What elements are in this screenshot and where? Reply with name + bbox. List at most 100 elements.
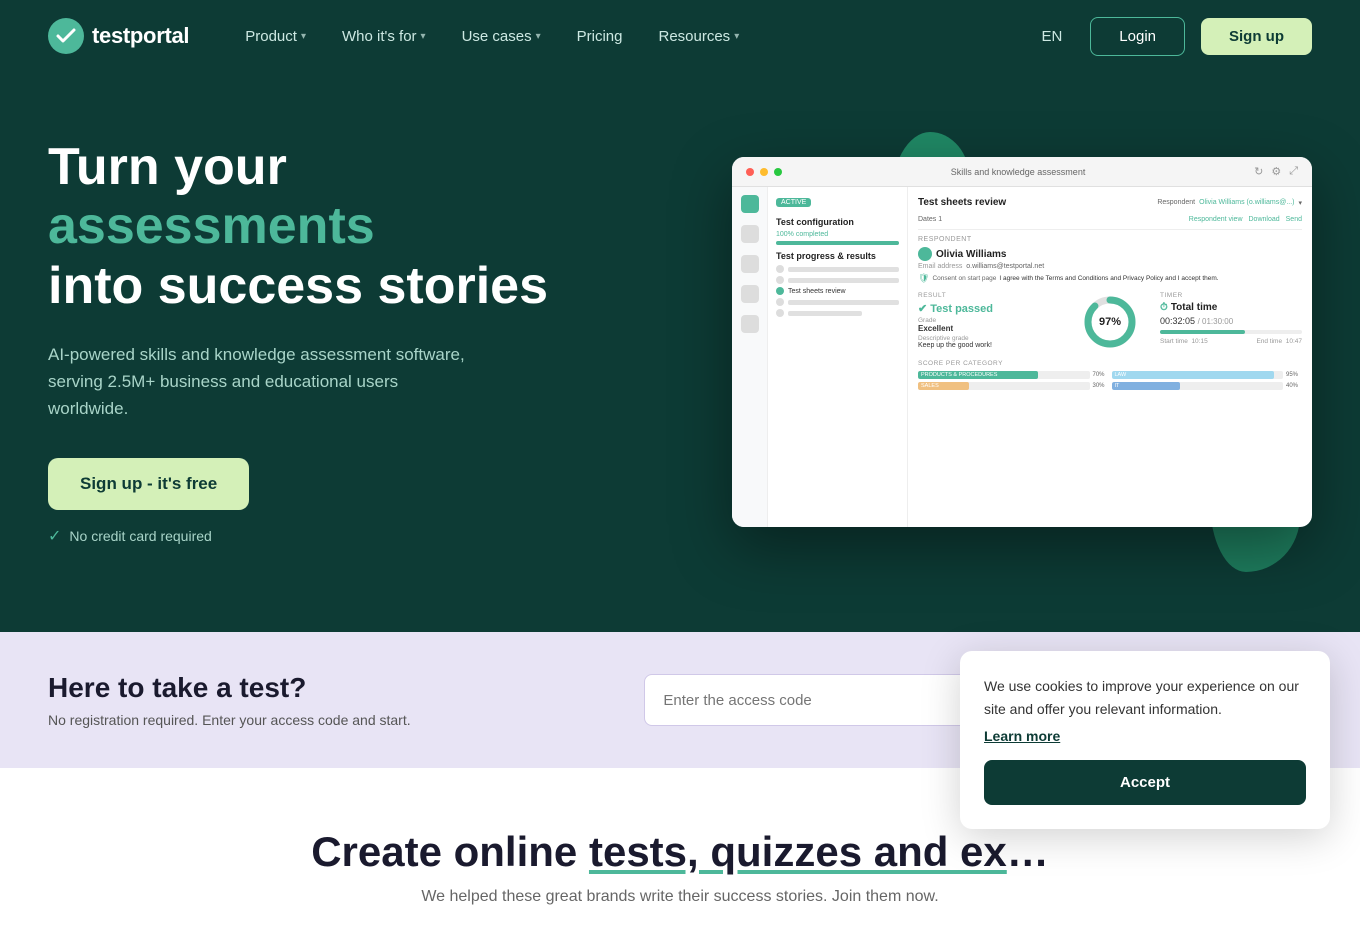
- mockup-respondent-section: RESPONDENT Olivia Williams Email address…: [918, 236, 1302, 284]
- mockup-score-bar-it: IT: [1112, 382, 1181, 390]
- take-test-left: Here to take a test? No registration req…: [48, 672, 604, 728]
- chevron-down-icon: ▾: [734, 31, 739, 42]
- mockup-score-row-sales: SALES 30%: [918, 382, 1109, 390]
- take-test-heading: Here to take a test?: [48, 672, 604, 704]
- mockup-row-dot: [776, 265, 784, 273]
- mockup-title-bar: Skills and knowledge assessment: [788, 167, 1248, 177]
- mockup-result-label: RESULT: [918, 292, 1060, 299]
- mockup-donut-label: 97%: [1099, 316, 1121, 328]
- mockup-timer-title: ⏱ Total time: [1160, 302, 1302, 313]
- signup-button[interactable]: Sign up: [1201, 18, 1312, 55]
- mockup-score-pct-law: 95%: [1286, 372, 1302, 378]
- mockup-row-dot-active: [776, 287, 784, 295]
- bottom-subtext: We helped these great brands write their…: [48, 888, 1312, 906]
- mockup-row-dot: [776, 309, 784, 317]
- mockup-completed: 100% completed: [776, 231, 899, 238]
- mockup-score-per-category-label: SCORE PER CATEGORY: [918, 360, 1302, 367]
- mockup-respondent-name: Olivia Williams (o.williams@...): [1199, 199, 1294, 206]
- mockup-timer-box: TIMER ⏱ Total time 00:32:05 / 01:30:00: [1160, 292, 1302, 352]
- mockup-score-bar-pp-wrap: PRODUCTS & PROCEDURES: [918, 371, 1090, 379]
- mockup-donut: 97%: [1080, 292, 1140, 352]
- mockup-sidebar-icon-settings: [741, 315, 759, 333]
- mockup-sidebar-icon-tests: [741, 255, 759, 273]
- mockup-row-line: [788, 300, 899, 305]
- mockup-score-bars: PRODUCTS & PROCEDURES 70% LAW: [918, 371, 1302, 390]
- mockup-score-bar-pp: PRODUCTS & PROCEDURES: [918, 371, 1038, 379]
- nav-who-its-for[interactable]: Who it's for ▾: [326, 20, 442, 53]
- mockup-consent-text: I agree with the Terms and Conditions an…: [999, 275, 1218, 282]
- hero-content: Turn your assessments into success stori…: [48, 138, 568, 547]
- mockup-chevron-icon: ▾: [1298, 199, 1302, 207]
- logo-link[interactable]: testportal: [48, 18, 189, 54]
- mockup-config-title: Test configuration: [776, 217, 899, 227]
- mockup-score-bar-law: LAW: [1112, 371, 1275, 379]
- mockup-start-time-label: Start time 10:15: [1160, 338, 1208, 345]
- mockup-email-value: o.williams@testportal.net: [966, 263, 1044, 270]
- mockup-score-pct-pp: 70%: [1093, 372, 1109, 378]
- mockup-progress-bar: [776, 241, 899, 245]
- mockup-end-time-label: End time 10:47: [1256, 338, 1302, 345]
- mockup-left-link-text: Test sheets review: [788, 288, 899, 295]
- check-circle-icon: ✔: [918, 302, 927, 315]
- navbar: testportal Product ▾ Who it's for ▾ Use …: [0, 0, 1360, 72]
- hero-note: ✓ No credit card required: [48, 526, 568, 546]
- nav-use-cases[interactable]: Use cases ▾: [446, 20, 557, 53]
- mockup-respondent-header: Respondent Olivia Williams (o.williams@.…: [1157, 199, 1302, 207]
- mockup-email-row: Email address o.williams@testportal.net: [918, 263, 1302, 270]
- mockup-grade-value: Excellent: [918, 324, 1060, 333]
- mockup-score-bar-it-wrap: IT: [1112, 382, 1284, 390]
- mockup-score-row-law: LAW 95%: [1112, 371, 1303, 379]
- mockup-timer-bar-wrap: [1160, 330, 1302, 334]
- language-selector[interactable]: EN: [1029, 20, 1074, 53]
- hero-image: Skills and knowledge assessment ↻ ⚙ ⤢: [568, 157, 1312, 527]
- mockup-download-btn: Download: [1249, 216, 1280, 223]
- mockup-score-bar-law-wrap: LAW: [1112, 371, 1284, 379]
- mockup-sidebar-icon-users: [741, 225, 759, 243]
- mockup-sheet-title: Test sheets review: [918, 197, 1006, 208]
- nav-product[interactable]: Product ▾: [229, 20, 322, 53]
- logo-icon: [48, 18, 84, 54]
- mockup-dot-green: [774, 168, 782, 176]
- mockup-consent-label: Consent on start page: [932, 275, 996, 282]
- mockup-score-name-it: IT: [1115, 383, 1120, 389]
- cookie-learn-more-link[interactable]: Learn more: [984, 728, 1306, 744]
- mockup-desc-grade-value: Keep up the good work!: [918, 342, 1060, 349]
- mockup-sidebar: [732, 187, 768, 527]
- mockup-row-dot: [776, 298, 784, 306]
- nav-resources[interactable]: Resources ▾: [642, 20, 755, 53]
- chevron-down-icon: ▾: [301, 31, 306, 42]
- mockup-left-panel: ACTIVE Test configuration 100% completed…: [768, 187, 908, 527]
- mockup-left-row-1: [776, 265, 899, 273]
- mockup-score-row-pp: PRODUCTS & PROCEDURES 70%: [918, 371, 1109, 379]
- mockup-respondent-full-name: Olivia Williams: [918, 247, 1302, 261]
- dashboard-mockup: Skills and knowledge assessment ↻ ⚙ ⤢: [732, 157, 1312, 527]
- mockup-row-line: [788, 278, 899, 283]
- mockup-respondent-label: Respondent: [1157, 199, 1195, 206]
- shield-icon: 🛡: [918, 273, 929, 284]
- check-icon: ✓: [48, 526, 61, 546]
- mockup-score-bar-sales-wrap: SALES: [918, 382, 1090, 390]
- mockup-passed: ✔ Test passed: [918, 302, 1060, 315]
- mockup-score-bar-sales: SALES: [918, 382, 969, 390]
- mockup-topbar: Skills and knowledge assessment ↻ ⚙ ⤢: [732, 157, 1312, 187]
- mockup-dot-red: [746, 168, 754, 176]
- nav-pricing[interactable]: Pricing: [561, 20, 639, 53]
- nav-right: EN Login Sign up: [1029, 17, 1312, 56]
- login-button[interactable]: Login: [1090, 17, 1185, 56]
- mockup-actions: Respondent view Download Send: [1189, 216, 1302, 223]
- hero-subtitle: AI-powered skills and knowledge assessme…: [48, 341, 468, 423]
- mockup-row-line-sm: [788, 311, 862, 316]
- bottom-heading: Create online tests, quizzes and ex…: [48, 828, 1312, 876]
- mockup-left-row-link: Test sheets review: [776, 287, 899, 295]
- mockup-row-line: [788, 267, 899, 272]
- mockup-send-btn: Send: [1286, 216, 1302, 223]
- nav-links: Product ▾ Who it's for ▾ Use cases ▾ Pri…: [229, 20, 1029, 53]
- mockup-respondent-section-label: RESPONDENT: [918, 236, 1302, 243]
- hero-title: Turn your assessments into success stori…: [48, 138, 568, 317]
- cookie-accept-button[interactable]: Accept: [984, 760, 1306, 805]
- mockup-score-section: SCORE PER CATEGORY PRODUCTS & PROCEDURES…: [918, 360, 1302, 390]
- mockup-email-label: Email address: [918, 263, 962, 270]
- mockup-avatar: [918, 247, 932, 261]
- hero-cta-button[interactable]: Sign up - it's free: [48, 458, 249, 510]
- mockup-left-row-4: [776, 309, 899, 317]
